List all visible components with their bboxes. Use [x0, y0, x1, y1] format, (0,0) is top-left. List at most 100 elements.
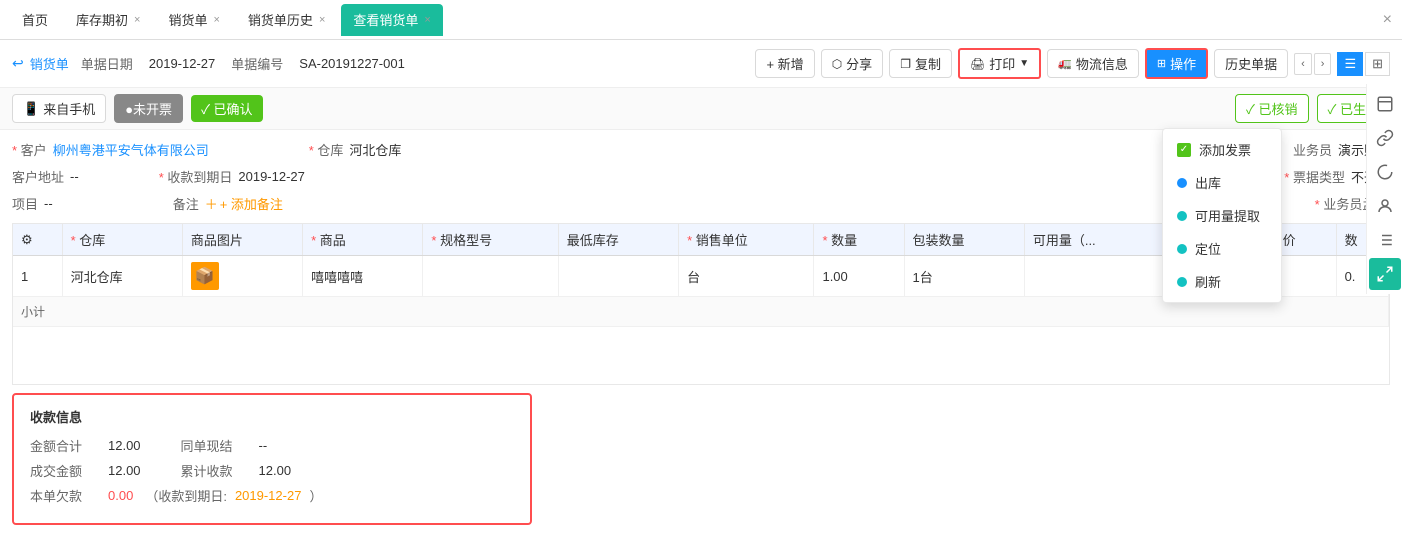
no-value: SA-20191227-001: [299, 56, 405, 71]
cell-spec: [423, 256, 558, 297]
tab-sales-close[interactable]: ×: [213, 14, 219, 26]
box-icon: 📦: [195, 266, 215, 286]
settings-icon[interactable]: ⚙: [21, 232, 33, 247]
operate-icon: ⊞: [1157, 57, 1166, 70]
share-button[interactable]: ⬡ 分享: [821, 49, 884, 78]
cell-no: 1: [13, 256, 62, 297]
due-hint: （收款到期日:: [145, 486, 227, 505]
prev-arrow[interactable]: ‹: [1294, 53, 1312, 75]
address-field: 客户地址 --: [12, 167, 79, 186]
available-qty-dot: [1177, 211, 1187, 221]
add-invoice-label: 添加发票: [1199, 140, 1251, 159]
col-quantity: 数量: [814, 224, 904, 256]
print-label: 打印: [989, 54, 1015, 73]
total-item: 金额合计 12.00: [30, 436, 141, 455]
sidebar-icon-link[interactable]: [1369, 122, 1401, 154]
not-open-btn[interactable]: ●未开票: [114, 94, 183, 123]
cell-warehouse: 河北仓库: [62, 256, 182, 297]
nav-arrows: ‹ ›: [1294, 53, 1331, 75]
deal-label: 成交金额: [30, 461, 100, 480]
employee-label: 业务员: [1293, 140, 1332, 159]
next-arrow[interactable]: ›: [1314, 53, 1332, 75]
deal-item: 成交金额 12.00: [30, 461, 141, 480]
add-note-btn[interactable]: ＋ + 添加备注: [205, 194, 283, 213]
print-dropdown-arrow: ▼: [1019, 58, 1029, 69]
new-label: + 新增: [766, 54, 803, 73]
payment-title: 收款信息: [30, 407, 514, 426]
col-product: 商品: [303, 224, 423, 256]
window-close-btn[interactable]: ×: [1383, 11, 1392, 29]
same-order-label: 同单现结: [181, 436, 251, 455]
operate-button[interactable]: ⊞ 操作: [1145, 48, 1208, 79]
due-hint-end: ）: [309, 486, 322, 505]
outbound-dot: [1177, 178, 1187, 188]
project-field: 项目 --: [12, 194, 53, 213]
from-phone-label: 来自手机: [43, 99, 95, 118]
tab-sales-history[interactable]: 销货单历史 ×: [236, 4, 337, 36]
sidebar-icon-rotate[interactable]: [1369, 156, 1401, 188]
dropdown-available-qty[interactable]: 可用量提取: [1163, 199, 1281, 232]
sidebar-icon-list[interactable]: [1369, 224, 1401, 256]
add-note-label: + 添加备注: [220, 194, 283, 213]
col-available: 可用量（...: [1024, 224, 1163, 256]
copy-button[interactable]: ❐ 复制: [889, 49, 952, 78]
add-invoice-icon: ✓: [1177, 143, 1191, 157]
tab-inventory-close[interactable]: ×: [134, 14, 140, 26]
cell-min-stock: [558, 256, 678, 297]
address-value: --: [70, 169, 79, 184]
outbound-label: 出库: [1195, 173, 1221, 192]
deal-value: 12.00: [108, 463, 141, 478]
dropdown-location[interactable]: 定位: [1163, 232, 1281, 265]
sidebar-icon-expand[interactable]: [1369, 258, 1401, 290]
project-label: 项目: [12, 194, 38, 213]
tab-view-sales[interactable]: 查看销货单 ×: [341, 4, 442, 36]
from-phone-btn[interactable]: 📱 来自手机: [12, 94, 106, 123]
same-order-value: --: [259, 438, 268, 453]
doc-type-label: 销货单: [30, 54, 69, 73]
customer-field: 客户 柳州粤港平安气体有限公司: [12, 140, 209, 159]
copy-label: 复制: [915, 54, 941, 73]
warehouse-field: 仓库 河北仓库: [309, 140, 402, 159]
project-value: --: [44, 196, 53, 211]
refresh-label: 刷新: [1195, 272, 1221, 291]
doc-title: ↩ 销货单: [12, 54, 69, 73]
dropdown-add-invoice[interactable]: ✓ 添加发票: [1163, 133, 1281, 166]
grid-view-btn[interactable]: ⊞: [1365, 52, 1390, 76]
dropdown-menu: ✓ 添加发票 出库 可用量提取 定位 刷新: [1162, 128, 1282, 303]
col-pack-qty: 包装数量: [904, 224, 1024, 256]
tab-view-sales-close[interactable]: ×: [424, 14, 430, 26]
sidebar-icon-user[interactable]: [1369, 190, 1401, 222]
list-view-btn[interactable]: ☰: [1337, 52, 1363, 76]
tab-sales-history-close[interactable]: ×: [319, 14, 325, 26]
due-date-field: 收款到期日 2019-12-27: [159, 167, 305, 186]
dropdown-refresh[interactable]: 刷新: [1163, 265, 1281, 298]
already-void-btn[interactable]: ✓ 已核销: [1235, 94, 1309, 123]
sidebar-icon-doc[interactable]: [1369, 88, 1401, 120]
payment-row-1: 金额合计 12.00 同单现结 --: [30, 436, 514, 455]
history-button[interactable]: 历史单据: [1214, 49, 1288, 78]
col-product-img: 商品图片: [182, 224, 302, 256]
tab-home-label: 首页: [22, 10, 48, 29]
product-image: 📦: [191, 262, 219, 290]
location-dot: [1177, 244, 1187, 254]
logistics-button[interactable]: 🚛 物流信息: [1047, 49, 1139, 78]
dropdown-outbound[interactable]: 出库: [1163, 166, 1281, 199]
cell-available: [1024, 256, 1163, 297]
tab-sales[interactable]: 销货单 ×: [156, 4, 231, 36]
cell-product: 嘻嘻嘻嘻: [303, 256, 423, 297]
doc-header-left: ↩ 销货单 单据日期 2019-12-27 单据编号 SA-20191227-0…: [12, 54, 743, 73]
due-date-value: 2019-12-27: [238, 169, 305, 184]
new-button[interactable]: + 新增: [755, 49, 814, 78]
tab-sales-history-label: 销货单历史: [248, 10, 313, 29]
customer-label: 客户: [12, 140, 47, 159]
col-warehouse: 仓库: [62, 224, 182, 256]
doc-meta: 单据日期 2019-12-27 单据编号 SA-20191227-001: [81, 54, 405, 73]
main-area: ↩ 销货单 单据日期 2019-12-27 单据编号 SA-20191227-0…: [0, 40, 1402, 533]
tab-inventory[interactable]: 库存期初 ×: [64, 4, 152, 36]
col-min-stock: 最低库存: [558, 224, 678, 256]
print-button[interactable]: 🖨 打印 ▼: [958, 48, 1041, 79]
cell-quantity: 1.00: [814, 256, 904, 297]
cell-sales-unit: 台: [679, 256, 814, 297]
customer-value[interactable]: 柳州粤港平安气体有限公司: [53, 140, 209, 159]
tab-home[interactable]: 首页: [10, 4, 60, 36]
